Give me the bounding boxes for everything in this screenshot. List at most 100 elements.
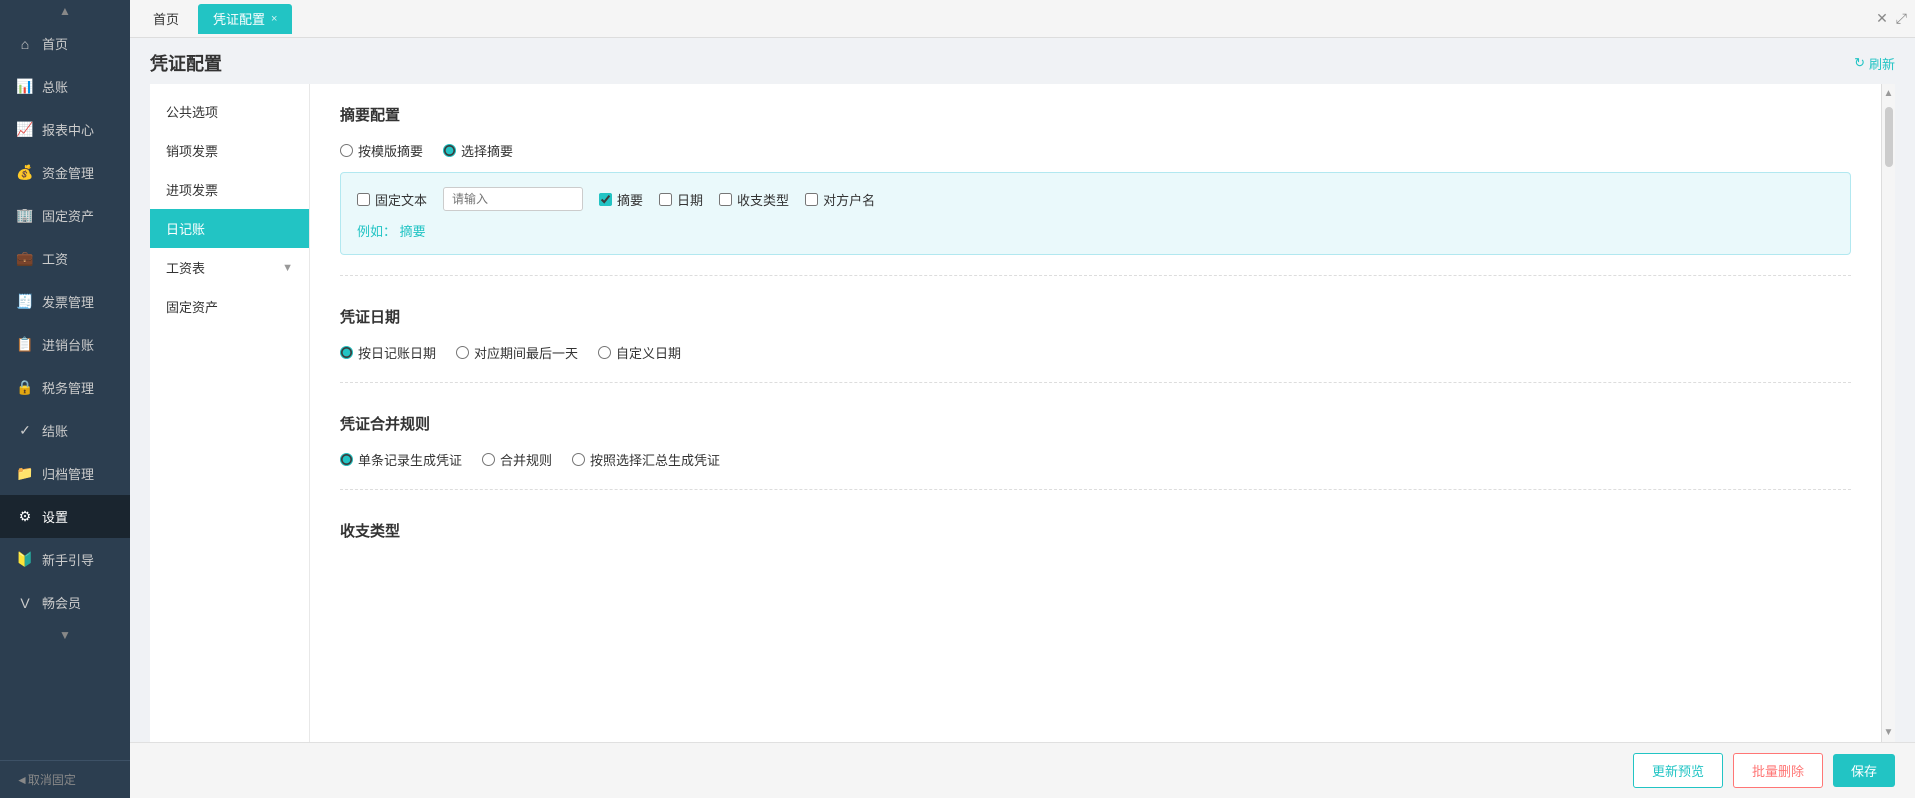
sidebar-item-archive[interactable]: 📁 归档管理 bbox=[0, 452, 130, 495]
tab-home[interactable]: 首页 bbox=[138, 4, 194, 34]
sidebar-item-fund[interactable]: 💰 资金管理 bbox=[0, 151, 130, 194]
sidebar-item-report[interactable]: 📈 报表中心 bbox=[0, 108, 130, 151]
settings-icon: ⚙ bbox=[16, 508, 34, 525]
section-income-expense: 收支类型 bbox=[340, 520, 1851, 577]
tab-close-icon[interactable]: × bbox=[271, 13, 277, 25]
sidebar-item-asset[interactable]: 🏢 固定资产 bbox=[0, 194, 130, 237]
page-title: 凭证配置 bbox=[150, 50, 222, 76]
report-icon: 📈 bbox=[16, 121, 34, 138]
checkbox-payment-type[interactable]: 收支类型 bbox=[719, 190, 789, 209]
summary-mode-template-radio[interactable] bbox=[340, 144, 353, 157]
tabbar: 首页 凭证配置 × ✕ ⤢ bbox=[130, 0, 1915, 38]
guide-icon: 🔰 bbox=[16, 551, 34, 568]
fixed-text-checkbox[interactable] bbox=[357, 193, 370, 206]
fixed-text-input[interactable] bbox=[443, 187, 583, 211]
income-expense-title: 收支类型 bbox=[340, 520, 1851, 541]
merge-summary-radio[interactable] bbox=[572, 453, 585, 466]
batch-delete-button[interactable]: 批量删除 bbox=[1733, 753, 1823, 788]
scroll-thumb[interactable] bbox=[1885, 107, 1893, 167]
left-nav-item-sales-invoice[interactable]: 销项发票 bbox=[150, 131, 309, 170]
voucher-date-last-day-radio[interactable] bbox=[456, 346, 469, 359]
sidebar-item-payroll[interactable]: 💼 工资 bbox=[0, 237, 130, 280]
section-summary: 摘要配置 按模版摘要 选择摘要 bbox=[340, 104, 1851, 276]
sidebar-item-sales[interactable]: 📋 进销台账 bbox=[0, 323, 130, 366]
fund-icon: 💰 bbox=[16, 164, 34, 181]
merge-rules-radio[interactable] bbox=[482, 453, 495, 466]
date-checkbox[interactable] bbox=[659, 193, 672, 206]
left-nav-item-purchase-invoice[interactable]: 进项发票 bbox=[150, 170, 309, 209]
checkbox-date[interactable]: 日期 bbox=[659, 190, 703, 209]
summary-config-row: 固定文本 摘要 日期 bbox=[357, 187, 1834, 211]
merge-single[interactable]: 单条记录生成凭证 bbox=[340, 450, 462, 469]
vip-icon: V bbox=[16, 595, 34, 611]
merge-single-radio[interactable] bbox=[340, 453, 353, 466]
left-nav-item-journal[interactable]: 日记账 bbox=[150, 209, 309, 248]
window-close-button[interactable]: ✕ bbox=[1876, 10, 1888, 27]
checkbox-counterpart[interactable]: 对方户名 bbox=[805, 190, 875, 209]
scrollbar-track[interactable]: ▲ ▼ bbox=[1881, 84, 1895, 742]
summary-config-box: 固定文本 摘要 日期 bbox=[340, 172, 1851, 255]
sidebar-unpin-button[interactable]: ◄取消固定 bbox=[0, 760, 130, 798]
voucher-date-custom-radio[interactable] bbox=[598, 346, 611, 359]
voucher-date-last-day[interactable]: 对应期间最后一天 bbox=[456, 343, 578, 362]
refresh-icon: ↻ bbox=[1854, 55, 1865, 71]
window-expand-button[interactable]: ⤢ bbox=[1896, 10, 1907, 27]
checkbox-fixed-text[interactable]: 固定文本 bbox=[357, 190, 427, 209]
left-nav: 公共选项 销项发票 进项发票 日记账 工资表 ▼ 固定资产 bbox=[150, 84, 310, 742]
merge-rules-option[interactable]: 合并规则 bbox=[482, 450, 552, 469]
sidebar-item-guide[interactable]: 🔰 新手引导 bbox=[0, 538, 130, 581]
bottom-action-bar: 更新预览 批量删除 保存 bbox=[130, 742, 1915, 798]
sidebar-item-close[interactable]: ✓ 结账 bbox=[0, 409, 130, 452]
scroll-up-arrow[interactable]: ▲ bbox=[1882, 84, 1895, 103]
merge-summary[interactable]: 按照选择汇总生成凭证 bbox=[572, 450, 720, 469]
merge-rules-section-title: 凭证合并规则 bbox=[340, 413, 1851, 434]
left-nav-item-payroll-table[interactable]: 工资表 ▼ bbox=[150, 248, 309, 287]
merge-rules-group: 单条记录生成凭证 合并规则 按照选择汇总生成凭证 bbox=[340, 450, 1851, 469]
sidebar-item-vip[interactable]: V 畅会员 bbox=[0, 581, 130, 624]
summary-mode-group: 按模版摘要 选择摘要 bbox=[340, 141, 1851, 160]
voucher-date-custom[interactable]: 自定义日期 bbox=[598, 343, 681, 362]
refresh-button[interactable]: ↻ 刷新 bbox=[1854, 54, 1895, 73]
left-nav-item-public[interactable]: 公共选项 bbox=[150, 92, 309, 131]
sidebar: ▲ ⌂ 首页 📊 总账 📈 报表中心 💰 资金管理 🏢 固定资产 💼 工资 🧾 … bbox=[0, 0, 130, 798]
sidebar-item-home[interactable]: ⌂ 首页 bbox=[0, 22, 130, 65]
tab-voucher-config[interactable]: 凭证配置 × bbox=[198, 4, 292, 34]
page-header: 凭证配置 ↻ 刷新 bbox=[130, 38, 1915, 84]
summary-mode-select-radio[interactable] bbox=[443, 144, 456, 157]
close-account-icon: ✓ bbox=[16, 422, 34, 439]
page-content: 凭证配置 ↻ 刷新 公共选项 销项发票 进项发票 日记账 bbox=[130, 38, 1915, 798]
tabbar-right: ✕ ⤢ bbox=[1876, 10, 1907, 27]
summary-mode-template[interactable]: 按模版摘要 bbox=[340, 141, 423, 160]
ledger-icon: 📊 bbox=[16, 78, 34, 95]
content-layout: 公共选项 销项发票 进项发票 日记账 工资表 ▼ 固定资产 bbox=[130, 84, 1915, 742]
chevron-down-icon: ▼ bbox=[282, 262, 293, 274]
invoice-mgmt-icon: 🧾 bbox=[16, 293, 34, 310]
tax-icon: 🔒 bbox=[16, 379, 34, 396]
right-content: 摘要配置 按模版摘要 选择摘要 bbox=[310, 84, 1881, 742]
sidebar-item-tax[interactable]: 🔒 税务管理 bbox=[0, 366, 130, 409]
summary-mode-select[interactable]: 选择摘要 bbox=[443, 141, 513, 160]
summary-checkbox[interactable] bbox=[599, 193, 612, 206]
section-merge-rules: 凭证合并规则 单条记录生成凭证 合并规则 bbox=[340, 413, 1851, 490]
sidebar-item-invoice-mgmt[interactable]: 🧾 发票管理 bbox=[0, 280, 130, 323]
sidebar-scroll-up[interactable]: ▲ bbox=[0, 0, 130, 22]
save-button[interactable]: 保存 bbox=[1833, 754, 1895, 787]
asset-icon: 🏢 bbox=[16, 207, 34, 224]
payment-type-checkbox[interactable] bbox=[719, 193, 732, 206]
voucher-date-journal[interactable]: 按日记账日期 bbox=[340, 343, 436, 362]
sidebar-item-settings[interactable]: ⚙ 设置 bbox=[0, 495, 130, 538]
sidebar-item-ledger[interactable]: 📊 总账 bbox=[0, 65, 130, 108]
summary-example: 例如： 摘要 bbox=[357, 221, 1834, 240]
voucher-date-journal-radio[interactable] bbox=[340, 346, 353, 359]
scroll-down-arrow[interactable]: ▼ bbox=[1882, 723, 1895, 742]
sidebar-scroll-down[interactable]: ▼ bbox=[0, 624, 130, 646]
update-preview-button[interactable]: 更新预览 bbox=[1633, 753, 1723, 788]
payroll-icon: 💼 bbox=[16, 250, 34, 267]
left-nav-item-fixed-assets[interactable]: 固定资产 bbox=[150, 287, 309, 326]
voucher-date-group: 按日记账日期 对应期间最后一天 自定义日期 bbox=[340, 343, 1851, 362]
checkbox-summary[interactable]: 摘要 bbox=[599, 190, 643, 209]
main-area: 首页 凭证配置 × ✕ ⤢ 凭证配置 ↻ 刷新 公共选项 bbox=[130, 0, 1915, 798]
counterpart-checkbox[interactable] bbox=[805, 193, 818, 206]
archive-icon: 📁 bbox=[16, 465, 34, 482]
section-voucher-date: 凭证日期 按日记账日期 对应期间最后一天 bbox=[340, 306, 1851, 383]
